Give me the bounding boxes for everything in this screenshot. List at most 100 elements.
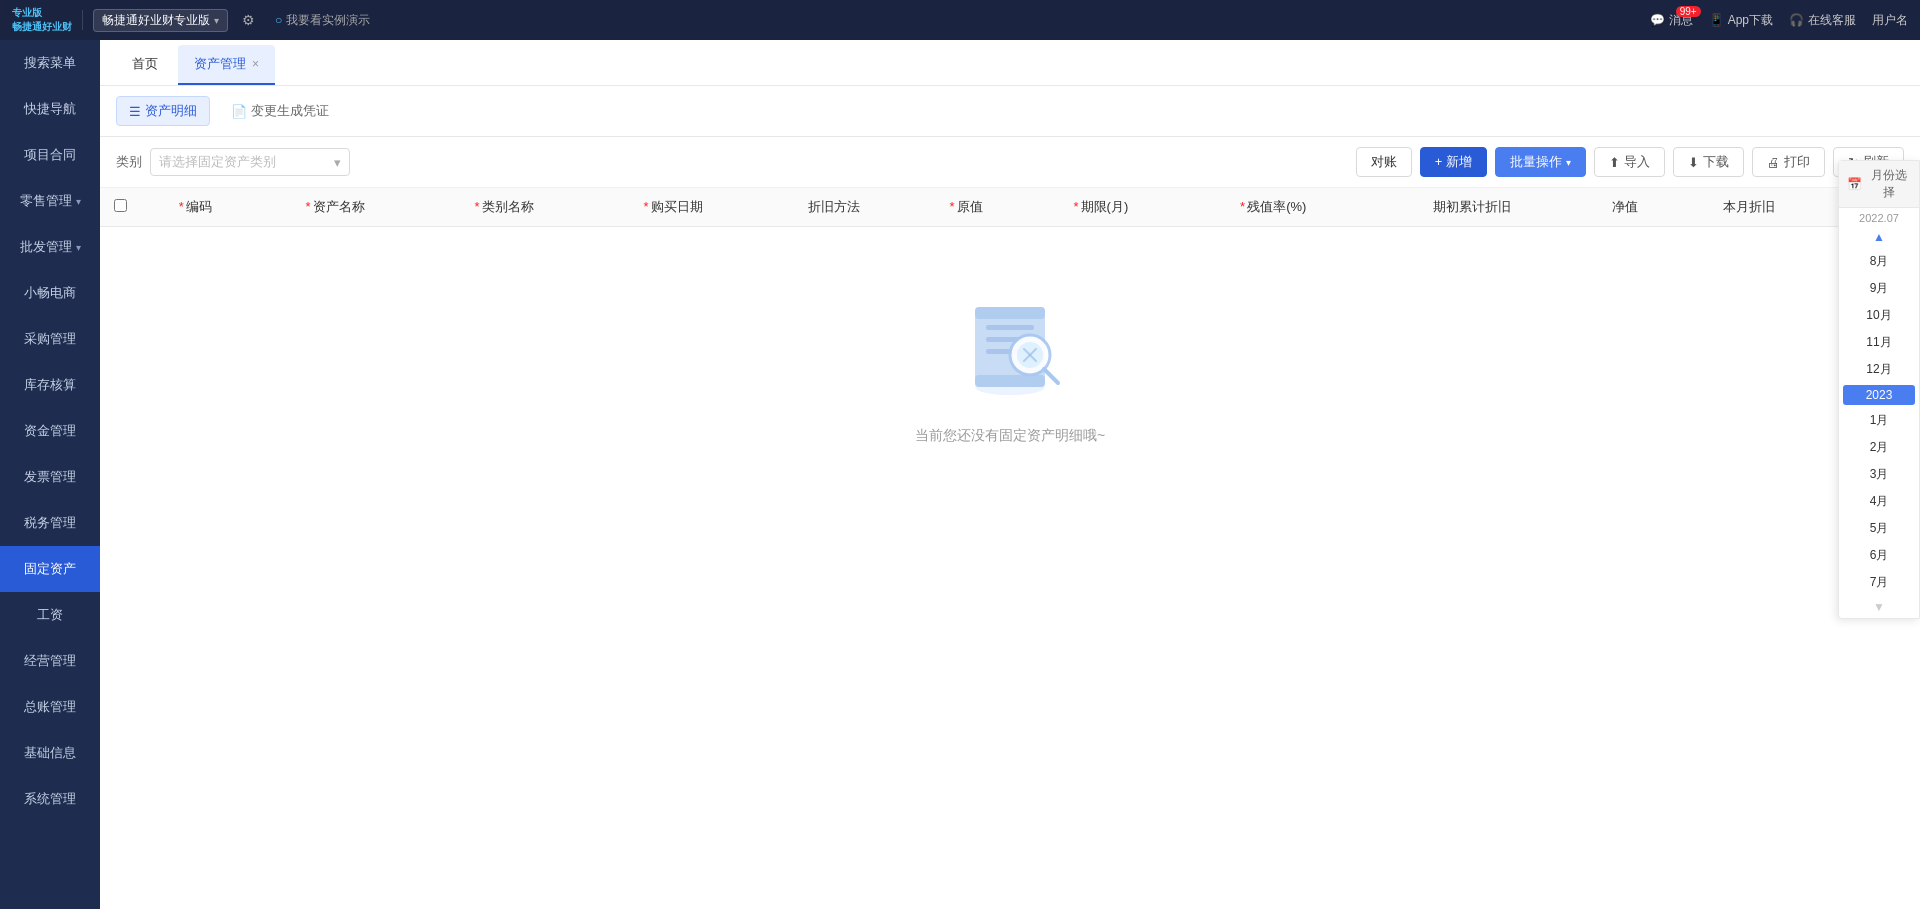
sidebar-item-purchase[interactable]: 采购管理 [0,316,100,362]
sidebar-item-inventory[interactable]: 库存核算 [0,362,100,408]
th-original-value: *原值 [911,188,1021,227]
tab-asset-manage[interactable]: 资产管理 × [178,45,275,85]
import-label: 导入 [1624,153,1650,171]
th-name: *资产名称 [250,188,419,227]
sidebar-item-label: 系统管理 [24,791,76,806]
page-body: ☰ 资产明细 📄 变更生成凭证 类别 请选择固定资产类别 ▾ 对账 + 新增 [100,86,1920,909]
tab-home-label: 首页 [132,56,158,71]
month-item-6[interactable]: 6月 [1839,542,1919,569]
month-item-11[interactable]: 11月 [1839,329,1919,356]
import-icon: ⬆ [1609,155,1620,170]
sidebar-item-wholesale[interactable]: 批发管理 [0,224,100,270]
month-item-4[interactable]: 4月 [1839,488,1919,515]
tab-home[interactable]: 首页 [116,45,174,85]
select-all-checkbox[interactable] [114,199,127,212]
sidebar-item-search[interactable]: 搜索菜单 [0,40,100,86]
sub-tabs: ☰ 资产明细 📄 变更生成凭证 [100,86,1920,137]
sidebar-item-label: 库存核算 [24,377,76,392]
sidebar-item-invoice[interactable]: 发票管理 [0,454,100,500]
month-item-5[interactable]: 5月 [1839,515,1919,542]
month-item-8[interactable]: 8月 [1839,248,1919,275]
sidebar-item-basic-info[interactable]: 基础信息 [0,730,100,776]
demo-label: 我要看实例演示 [286,12,370,29]
year-2023-badge[interactable]: 2023 [1843,385,1915,405]
company-selector[interactable]: 畅捷通好业财专业版 ▾ [93,9,228,32]
chevron-down-icon: ▾ [214,15,219,26]
sidebar-item-finance[interactable]: 资金管理 [0,408,100,454]
svg-rect-2 [975,307,1045,319]
required-star: * [305,199,310,214]
th-purchase-date: *购买日期 [589,188,758,227]
month-item-10[interactable]: 10月 [1839,302,1919,329]
month-item-7[interactable]: 7月 [1839,569,1919,596]
sidebar-item-quick-nav[interactable]: 快捷导航 [0,86,100,132]
sidebar-item-retail[interactable]: 零售管理 [0,178,100,224]
sub-tab-asset-detail[interactable]: ☰ 资产明细 [116,96,210,126]
required-star: * [644,199,649,214]
add-button[interactable]: + 新增 [1420,147,1487,177]
app-download-button[interactable]: 📱 App下载 [1709,12,1773,29]
table-header-row: *编码 *资产名称 *类别名称 *购买日期 折旧方法 [100,188,1920,227]
th-category: *类别名称 [420,188,589,227]
th-monthly-dep: 本月折旧 [1672,188,1825,227]
sidebar: 搜索菜单 快捷导航 项目合同 零售管理 批发管理 小畅电商 采购管理 库存核算 … [0,40,100,909]
headset-icon: 🎧 [1789,13,1804,27]
settings-icon[interactable]: ⚙ [242,12,255,28]
toolbar-right: 对账 + 新增 批量操作 ▾ ⬆ 导入 ⬇ 下载 🖨 [1356,147,1904,177]
user-menu[interactable]: 用户名 [1872,12,1908,29]
demo-link[interactable]: 我要看实例演示 [275,12,370,29]
sidebar-item-payroll[interactable]: 工资 [0,592,100,638]
list-icon: ☰ [129,104,141,119]
tabbar: 首页 资产管理 × [100,40,1920,86]
sidebar-item-project[interactable]: 项目合同 [0,132,100,178]
import-button[interactable]: ⬆ 导入 [1594,147,1665,177]
sub-tab-change-voucher[interactable]: 📄 变更生成凭证 [218,96,342,126]
month-item-9[interactable]: 9月 [1839,275,1919,302]
table-container: *编码 *资产名称 *类别名称 *购买日期 折旧方法 [100,188,1920,909]
message-button[interactable]: 💬 消息 99+ [1650,12,1693,29]
app-download-label: App下载 [1728,12,1773,29]
download-button[interactable]: ⬇ 下载 [1673,147,1744,177]
sidebar-item-label: 批发管理 [20,238,72,256]
sidebar-item-ecommerce[interactable]: 小畅电商 [0,270,100,316]
month-item-3[interactable]: 3月 [1839,461,1919,488]
th-depreciation-method: 折旧方法 [758,188,911,227]
month-item-2[interactable]: 2月 [1839,434,1919,461]
topbar: 专业版 畅捷通好业财 畅捷通好业财专业版 ▾ ⚙ 我要看实例演示 💬 消息 99… [0,0,1920,40]
sidebar-item-label: 总账管理 [24,699,76,714]
category-label: 类别 [116,153,142,171]
month-item-1[interactable]: 1月 [1839,407,1919,434]
sidebar-item-tax[interactable]: 税务管理 [0,500,100,546]
batch-ops-button[interactable]: 批量操作 ▾ [1495,147,1586,177]
th-net-value: 净值 [1578,188,1673,227]
sidebar-item-label: 税务管理 [24,515,76,530]
required-star: * [475,199,480,214]
sidebar-item-label: 采购管理 [24,331,76,346]
print-label: 打印 [1784,153,1810,171]
online-service-button[interactable]: 🎧 在线客服 [1789,12,1856,29]
sidebar-item-label: 项目合同 [24,147,76,162]
sidebar-item-label: 小畅电商 [24,285,76,300]
empty-text: 当前您还没有固定资产明细哦~ [915,427,1105,445]
content-area: 首页 资产管理 × ☰ 资产明细 📄 变更生成凭证 [100,40,1920,909]
sidebar-item-system[interactable]: 系统管理 [0,776,100,822]
sidebar-item-label: 资金管理 [24,423,76,438]
sidebar-item-operations[interactable]: 经营管理 [0,638,100,684]
category-select[interactable]: 请选择固定资产类别 ▾ [150,148,350,176]
batch-ops-label: 批量操作 [1510,153,1562,171]
th-period: *期限(月) [1021,188,1180,227]
message-badge: 99+ [1676,6,1701,17]
sidebar-item-fixed-assets[interactable]: 固定资产 [0,546,100,592]
print-button[interactable]: 🖨 打印 [1752,147,1825,177]
month-item-12[interactable]: 12月 [1839,356,1919,383]
sub-tab-change-voucher-label: 变更生成凭证 [251,102,329,120]
sidebar-item-label: 快捷导航 [24,101,76,116]
tab-close-icon[interactable]: × [252,57,259,71]
month-down-arrow[interactable]: ▼ [1839,596,1919,618]
reconcile-button[interactable]: 对账 [1356,147,1412,177]
month-list: 8月 9月 10月 11月 12月 2023 1月 2月 3月 4月 5月 6月… [1839,248,1919,596]
th-residual-rate: *残值率(%) [1181,188,1366,227]
month-up-arrow[interactable]: ▲ [1839,226,1919,248]
sidebar-item-label: 零售管理 [20,192,72,210]
sidebar-item-ledger[interactable]: 总账管理 [0,684,100,730]
